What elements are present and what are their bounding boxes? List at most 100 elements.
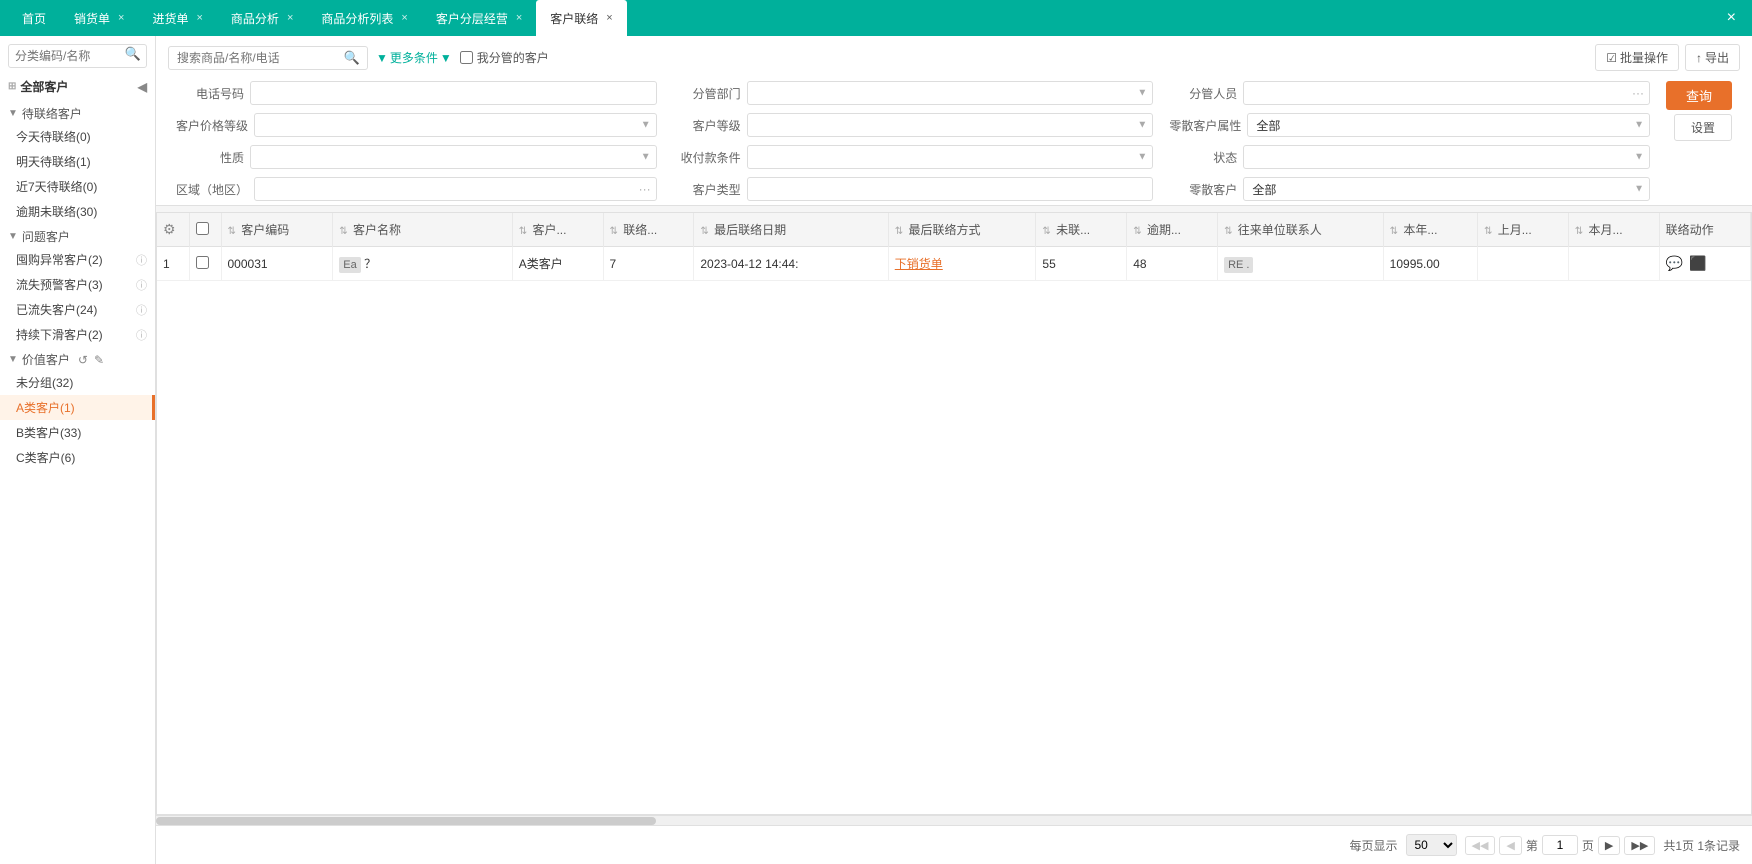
row-contact: 7 xyxy=(610,257,617,271)
close-all-tabs[interactable]: × xyxy=(1719,9,1744,27)
payment-input[interactable] xyxy=(747,145,1154,169)
h-scrollbar-thumb[interactable] xyxy=(156,817,656,825)
all-customers-header: ⊞ 全部客户 ◀ xyxy=(0,72,155,101)
batch-op-btn[interactable]: ☑ 批量操作 xyxy=(1595,44,1679,71)
nav-tab-purchase[interactable]: 进货单 × xyxy=(138,0,216,36)
h-scrollbar[interactable] xyxy=(156,815,1752,825)
group-value-customers[interactable]: ▼ 价值客户 ↺ ✎ xyxy=(0,347,155,370)
status-input[interactable] xyxy=(1243,145,1650,169)
nav-tab-customer-contact[interactable]: 客户联络 × xyxy=(536,0,626,36)
sidebar-item-abnormal-purchase[interactable]: 囤购异常客户(2) ⓘ xyxy=(0,247,155,272)
goods-list-tab-label: 商品分析列表 xyxy=(321,10,393,27)
query-btn[interactable]: 查询 xyxy=(1666,81,1732,110)
first-page-btn[interactable]: ◀◀ xyxy=(1465,836,1496,855)
nav-tab-customer-tier[interactable]: 客户分层经营 × xyxy=(422,0,536,36)
sort-icon-last-month: ⇅ xyxy=(1484,226,1492,237)
sort-icon-this-year: ⇅ xyxy=(1390,226,1398,237)
customer-level-input[interactable] xyxy=(747,113,1154,137)
sort-icon-this-month: ⇅ xyxy=(1575,226,1583,237)
sidebar-item-class-a[interactable]: A类客户(1) xyxy=(0,395,155,420)
export-icon: ↑ xyxy=(1696,51,1702,65)
cust-type-input-wrap xyxy=(747,177,1154,201)
row-this-year-cell: 10995.00 xyxy=(1383,247,1477,281)
edit-icon[interactable]: ✎ xyxy=(94,353,104,367)
info-icon-4: ⓘ xyxy=(136,327,147,343)
sidebar-item-declining[interactable]: 持续下滑客户(2) ⓘ xyxy=(0,322,155,347)
customer-table: ⚙ ⇅ 客户编码 ⇅ 客户名称 xyxy=(157,213,1751,281)
row-name-cell: Ea ？ xyxy=(333,247,512,281)
more-conditions-btn[interactable]: ▼ 更多条件 ▼ xyxy=(376,49,452,66)
customer-contact-tab-close[interactable]: × xyxy=(606,12,612,24)
nav-tab-sales[interactable]: 销货单 × xyxy=(60,0,138,36)
row-uncontacted: 55 xyxy=(1042,257,1055,271)
chat-icon[interactable]: 💬 xyxy=(1666,255,1683,272)
dept-input[interactable] xyxy=(747,81,1154,105)
area-input[interactable] xyxy=(254,177,657,201)
row-checkbox[interactable] xyxy=(196,256,209,269)
row-last-method[interactable]: 下销货单 xyxy=(895,257,943,271)
grid-icon: ⊞ xyxy=(8,81,16,92)
page-input[interactable] xyxy=(1542,835,1578,855)
last-page-btn[interactable]: ▶▶ xyxy=(1624,836,1655,855)
sidebar-search-icon[interactable]: 🔍 xyxy=(125,46,141,62)
refresh-icon[interactable]: ↺ xyxy=(78,353,88,367)
sidebar-item-class-b[interactable]: B类客户(33) xyxy=(0,420,155,445)
next-page-btn[interactable]: ▶ xyxy=(1598,836,1620,855)
settings-col-icon[interactable]: ⚙ xyxy=(163,221,176,237)
select-all-checkbox[interactable] xyxy=(196,222,209,235)
value-customers-label: 价值客户 xyxy=(22,351,70,368)
tomorrow-contact-label: 明天待联络(1) xyxy=(16,153,91,170)
row-checkbox-cell xyxy=(189,247,221,281)
goods-analysis-tab-close[interactable]: × xyxy=(287,12,293,24)
sales-tab-close[interactable]: × xyxy=(118,12,124,24)
cust-type-input[interactable] xyxy=(747,177,1154,201)
page-unit: 页 xyxy=(1582,837,1594,854)
info-icon-3: ⓘ xyxy=(136,302,147,318)
price-level-input[interactable] xyxy=(254,113,657,137)
qrcode-icon[interactable]: ⬛ xyxy=(1689,255,1706,272)
my-customers-checkbox[interactable] xyxy=(460,51,473,64)
sidebar-item-today[interactable]: 今天待联络(0) xyxy=(0,124,155,149)
scatter-attr-input[interactable] xyxy=(1247,113,1650,137)
customer-tier-tab-close[interactable]: × xyxy=(516,12,522,24)
col-this-month-label: 本月... xyxy=(1589,223,1623,237)
sidebar-item-overdue[interactable]: 逾期未联络(30) xyxy=(0,199,155,224)
purchase-tab-close[interactable]: × xyxy=(196,12,202,24)
filter-search-icon[interactable]: 🔍 xyxy=(344,50,360,66)
nature-input[interactable] xyxy=(250,145,657,169)
prev-page-btn[interactable]: ◀ xyxy=(1499,836,1521,855)
row-contacts-cell: RE . xyxy=(1218,247,1384,281)
filter-search-input[interactable] xyxy=(168,46,368,70)
sales-tab-label: 销货单 xyxy=(74,10,110,27)
manager-input[interactable] xyxy=(1243,81,1650,105)
goods-list-tab-close[interactable]: × xyxy=(401,12,407,24)
sidebar-item-7days[interactable]: 近7天待联络(0) xyxy=(0,174,155,199)
settings-btn[interactable]: 设置 xyxy=(1674,114,1732,141)
sidebar-collapse-btn[interactable]: ◀ xyxy=(138,80,147,94)
nav-tab-goods-analysis[interactable]: 商品分析 × xyxy=(217,0,307,36)
export-label: 导出 xyxy=(1705,49,1729,66)
sidebar-item-churn-warning[interactable]: 流失预警客户(3) ⓘ xyxy=(0,272,155,297)
export-btn[interactable]: ↑ 导出 xyxy=(1685,44,1740,71)
scatter-cust-input[interactable] xyxy=(1243,177,1650,201)
group-pending-contact[interactable]: ▼ 待联络客户 xyxy=(0,101,155,124)
col-action-label: 联络动作 xyxy=(1666,223,1714,237)
info-icon-2: ⓘ xyxy=(136,277,147,293)
sidebar-item-tomorrow[interactable]: 明天待联络(1) xyxy=(0,149,155,174)
nav-tab-goods-list[interactable]: 商品分析列表 × xyxy=(307,0,421,36)
group-problem-customers[interactable]: ▼ 问题客户 xyxy=(0,224,155,247)
nav-tab-home[interactable]: 首页 xyxy=(8,0,60,36)
sidebar-item-ungrouped[interactable]: 未分组(32) xyxy=(0,370,155,395)
sidebar: 🔍 ⊞ 全部客户 ◀ ▼ 待联络客户 今天待联络(0) 明天待联络(1) 近7天… xyxy=(0,36,156,864)
phone-input[interactable] xyxy=(250,81,657,105)
header-row: ⚙ ⇅ 客户编码 ⇅ 客户名称 xyxy=(157,213,1751,247)
col-this-year: ⇅ 本年... xyxy=(1383,213,1477,247)
content-area: 🔍 ▼ 更多条件 ▼ 我分管的客户 ☑ 批量操作 xyxy=(156,36,1752,864)
filter-cell-scatter-cust: 零散客户 ▼ xyxy=(1161,173,1658,205)
sidebar-item-churned[interactable]: 已流失客户(24) ⓘ xyxy=(0,297,155,322)
sidebar-item-class-c[interactable]: C类客户(6) xyxy=(0,445,155,470)
sort-icon-last-method: ⇅ xyxy=(895,226,903,237)
today-contact-label: 今天待联络(0) xyxy=(16,128,91,145)
page-size-select[interactable]: 50 100 200 xyxy=(1406,834,1457,856)
table-header: ⚙ ⇅ 客户编码 ⇅ 客户名称 xyxy=(157,213,1751,247)
